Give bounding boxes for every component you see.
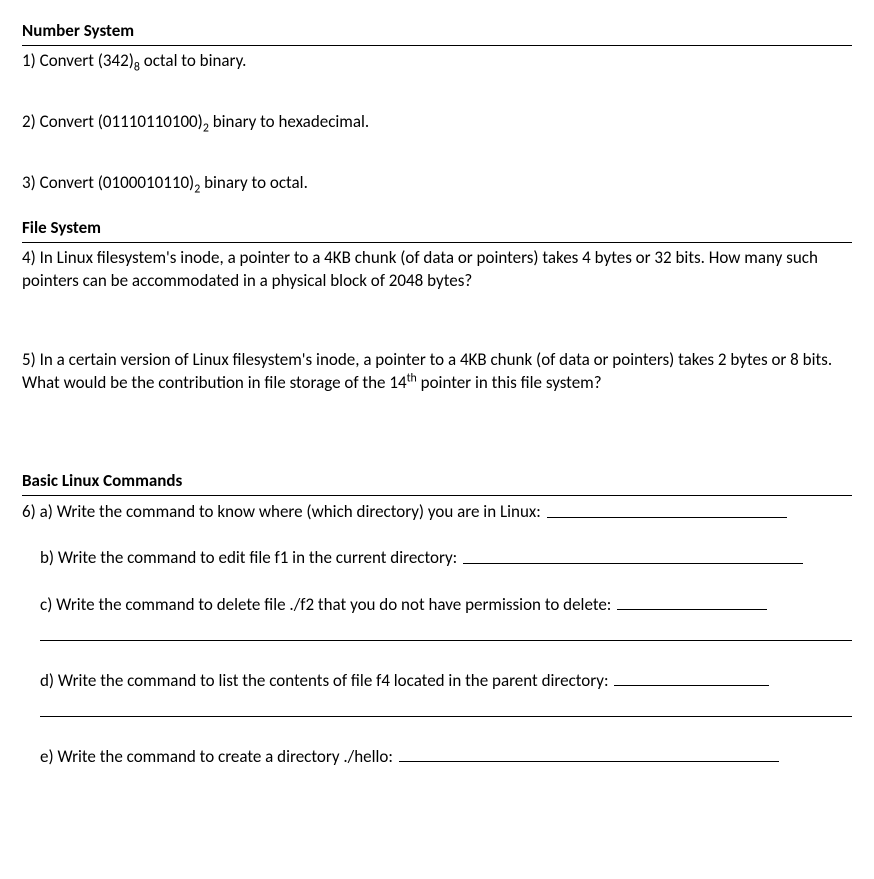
q6a-text: Write the command to know where (which d… xyxy=(53,502,545,523)
q6b: b) Write the command to edit file f1 in … xyxy=(40,546,852,570)
q4-number: 4) xyxy=(22,247,36,268)
question-4: 4) In Linux filesystem's inode, a pointe… xyxy=(22,247,852,293)
q6c-continuation xyxy=(40,639,852,641)
q5-sup: th xyxy=(407,371,417,385)
question-1: 1) Convert (342)8 octal to binary. xyxy=(22,50,852,73)
answer-blank[interactable] xyxy=(614,669,769,686)
q2-number: 2) xyxy=(22,111,36,132)
q1-pre: Convert (342) xyxy=(36,50,134,71)
answer-blank-full[interactable] xyxy=(40,715,852,717)
q6c-text: Write the command to delete file ./f2 th… xyxy=(52,594,615,615)
q6d: d) Write the command to list the content… xyxy=(40,669,852,693)
answer-blank-full[interactable] xyxy=(40,639,852,641)
answer-blank[interactable] xyxy=(547,500,787,517)
answer-blank[interactable] xyxy=(399,745,779,762)
q5-number: 5) xyxy=(22,349,36,370)
q4-text: In Linux filesystem's inode, a pointer t… xyxy=(22,247,818,291)
q2-post: binary to hexadecimal. xyxy=(209,111,369,132)
q6c: c) Write the command to delete file ./f2… xyxy=(40,593,852,617)
q6a: 6) a) Write the command to know where (w… xyxy=(22,500,852,524)
question-5: 5) In a certain version of Linux filesys… xyxy=(22,349,852,395)
q6b-label: b) xyxy=(40,548,54,569)
q2-pre: Convert (01110110100) xyxy=(36,111,203,132)
section-title-number-system: Number System xyxy=(22,20,852,46)
question-2: 2) Convert (01110110100)2 binary to hexa… xyxy=(22,111,852,134)
q6e: e) Write the command to create a directo… xyxy=(40,745,852,769)
q3-number: 3) xyxy=(22,172,36,193)
section-title-linux-commands: Basic Linux Commands xyxy=(22,470,852,496)
question-3: 3) Convert (0100010110)2 binary to octal… xyxy=(22,172,852,195)
q3-pre: Convert (0100010110) xyxy=(36,172,194,193)
answer-blank[interactable] xyxy=(463,546,803,563)
q1-post: octal to binary. xyxy=(140,50,247,71)
q6-number: 6) xyxy=(22,502,36,523)
section-title-file-system: File System xyxy=(22,217,852,243)
q6e-text: Write the command to create a directory … xyxy=(54,746,397,767)
q6d-text: Write the command to list the contents o… xyxy=(54,670,612,691)
q6d-continuation xyxy=(40,715,852,717)
q1-number: 1) xyxy=(22,50,36,71)
q6d-label: d) xyxy=(40,670,54,691)
q6a-label: a) xyxy=(36,502,53,523)
q6c-label: c) xyxy=(40,594,52,615)
q3-post: binary to octal. xyxy=(200,172,308,193)
answer-blank[interactable] xyxy=(617,593,767,610)
question-6: 6) a) Write the command to know where (w… xyxy=(22,500,852,768)
q6e-label: e) xyxy=(40,746,54,767)
q5-post: pointer in this file system? xyxy=(417,372,602,393)
q6b-text: Write the command to edit file f1 in the… xyxy=(54,548,461,569)
